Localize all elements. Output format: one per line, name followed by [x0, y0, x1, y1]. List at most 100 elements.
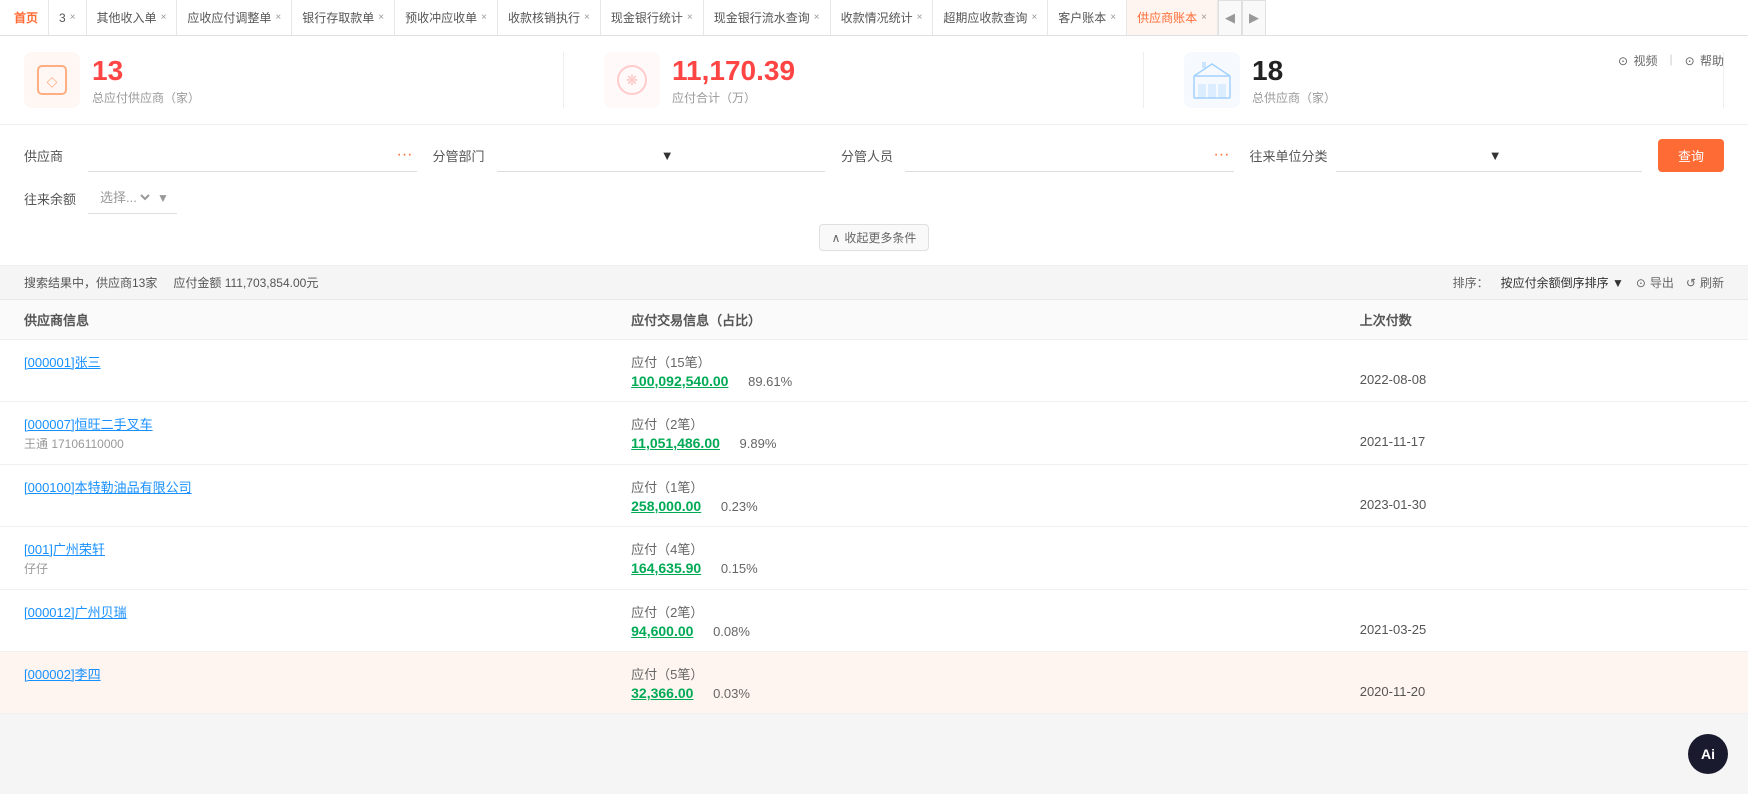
trans-amount-link[interactable]: 258,000.00 [631, 498, 701, 514]
total-suppliers-count: 18 [1252, 54, 1336, 88]
supplier-info-col: [000100]本特勒油品有限公司 [24, 477, 631, 496]
trans-amount-link[interactable]: 32,366.00 [631, 685, 693, 701]
category-chevron-icon: ▼ [1489, 148, 1634, 163]
nav-tab-customer-ledger[interactable]: 客户账本 × [1048, 0, 1127, 36]
person-dots-icon[interactable]: ··· [1214, 146, 1230, 164]
export-icon: ⊙ [1636, 276, 1646, 290]
nav-tab-bank[interactable]: 银行存取款单 × [292, 0, 395, 36]
nav-tab-prepay[interactable]: 预收冲应收单 × [395, 0, 498, 36]
dept-select[interactable]: ▼ [497, 140, 826, 172]
ai-badge[interactable]: Ai [1688, 734, 1728, 774]
balance-select-wrapper[interactable]: 选择... ▼ [88, 182, 177, 214]
nav-tab-overdue[interactable]: 超期应收款查询 × [933, 0, 1048, 36]
close-icon[interactable]: × [378, 12, 384, 23]
supplier-table: 供应商信息 应付交易信息（占比） 上次付数 [000001]张三 应付（15笔）… [0, 300, 1748, 714]
refresh-button[interactable]: ↺ 刷新 [1686, 274, 1724, 291]
supplier-name-link[interactable]: [000002]李四 [24, 667, 101, 682]
trans-amount-link[interactable]: 11,051,486.00 [631, 435, 720, 451]
collapse-row: ∧ 收起更多条件 [24, 224, 1724, 251]
collapse-button[interactable]: ∧ 收起更多条件 [819, 224, 930, 251]
tab-cash-flow-label: 现金银行流水查询 [714, 9, 810, 26]
category-select[interactable]: ▼ [1336, 140, 1642, 172]
last-pay-col: 2022-08-08 [1360, 352, 1724, 387]
nav-tab-cash-stat[interactable]: 现金银行统计 × [601, 0, 704, 36]
close-icon[interactable]: × [161, 12, 167, 23]
close-icon[interactable]: × [1201, 12, 1207, 23]
close-icon[interactable]: × [687, 12, 693, 23]
supplier-name-link[interactable]: [000012]广州贝瑞 [24, 605, 127, 620]
nav-tab-cash-flow[interactable]: 现金银行流水查询 × [704, 0, 831, 36]
stat-info-total: 11,170.39 应付合计（万） [672, 54, 795, 107]
last-pay-col: 2020-11-20 [1360, 664, 1724, 699]
transaction-col: 应付（2笔） 11,051,486.00 9.89% [631, 414, 1360, 451]
close-icon[interactable]: × [814, 12, 820, 23]
filter-balance: 往来余额 选择... ▼ [24, 182, 177, 214]
nav-tab-supplier-ledger[interactable]: 供应商账本 × [1127, 0, 1218, 36]
filter-category: 往来单位分类 ▼ [1250, 140, 1643, 172]
supplier-name-link[interactable]: [000007]恒旺二手叉车 [24, 417, 153, 432]
table-body: [000001]张三 应付（15笔） 100,092,540.00 89.61%… [0, 340, 1748, 714]
svg-text:❋: ❋ [626, 72, 638, 88]
sort-select[interactable]: 按应付余额倒序排序 ▼ [1501, 274, 1624, 291]
export-button[interactable]: ⊙ 导出 [1636, 274, 1674, 291]
results-actions: 排序： 按应付余额倒序排序 ▼ ⊙ 导出 ↺ 刷新 [1453, 274, 1724, 291]
stat-block-payable-total: ❋ 11,170.39 应付合计（万） [564, 52, 1144, 108]
table-row: [000001]张三 应付（15笔） 100,092,540.00 89.61%… [0, 340, 1748, 402]
close-icon[interactable]: × [481, 12, 487, 23]
nav-tab-collect-stat[interactable]: 收款情况统计 × [831, 0, 934, 36]
tab-adjust-label: 应收应付调整单 [187, 9, 271, 26]
nav-arrow-right[interactable]: ▶ [1242, 0, 1266, 36]
tab-3-label: 3 [59, 11, 66, 25]
person-input[interactable] [909, 148, 1210, 163]
close-icon[interactable]: × [1031, 12, 1037, 23]
filter-person: 分管人员 ··· [841, 140, 1234, 172]
supplier-input-wrapper[interactable]: ··· [88, 140, 417, 172]
tab-cash-stat-label: 现金银行统计 [611, 9, 683, 26]
trans-amount-row: 94,600.00 0.08% [631, 623, 1360, 639]
supplier-name-link[interactable]: [000001]张三 [24, 355, 101, 370]
payable-suppliers-count: 13 [92, 54, 200, 88]
results-amount: 应付金额 111,703,854.00元 [173, 274, 318, 291]
dept-chevron-icon: ▼ [661, 148, 817, 163]
close-icon[interactable]: × [917, 12, 923, 23]
trans-amount-link[interactable]: 164,635.90 [631, 560, 701, 576]
tab-collect-stat-label: 收款情况统计 [841, 9, 913, 26]
trans-pct: 9.89% [740, 436, 777, 451]
video-link[interactable]: ⊙ 视频 [1618, 52, 1657, 69]
stat-info-payable: 13 总应付供应商（家） [92, 54, 200, 107]
trans-amount-link[interactable]: 94,600.00 [631, 623, 693, 639]
person-input-wrapper[interactable]: ··· [905, 140, 1234, 172]
svg-text:◇: ◇ [47, 73, 58, 89]
supplier-icon: ◇ [24, 52, 80, 108]
table-row: [000012]广州贝瑞 应付（2笔） 94,600.00 0.08% 2021… [0, 590, 1748, 652]
supplier-info-col: [000007]恒旺二手叉车 王通 17106110000 [24, 414, 631, 452]
col-header-transaction: 应付交易信息（占比） [631, 310, 1360, 329]
nav-tab-home[interactable]: 首页 [4, 0, 49, 36]
trans-pct: 89.61% [748, 374, 792, 389]
nav-tab-other-income[interactable]: 其他收入单 × [87, 0, 178, 36]
help-circle-icon: ⊙ [1685, 54, 1695, 68]
supplier-input[interactable] [92, 148, 393, 163]
trans-amount-link[interactable]: 100,092,540.00 [631, 373, 728, 389]
category-filter-label: 往来单位分类 [1250, 146, 1328, 165]
supplier-name-link[interactable]: [000100]本特勒油品有限公司 [24, 480, 192, 495]
table-row: [000002]李四 应付（5笔） 32,366.00 0.03% 2020-1… [0, 652, 1748, 714]
supplier-name-link[interactable]: [001]广州荣轩 [24, 542, 105, 557]
close-icon[interactable]: × [584, 12, 590, 23]
close-icon[interactable]: × [275, 12, 281, 23]
close-icon[interactable]: × [70, 12, 76, 23]
nav-tab-collect[interactable]: 收款核销执行 × [498, 0, 601, 36]
supplier-dots-icon[interactable]: ··· [397, 146, 413, 164]
supplier-info-col: [000012]广州贝瑞 [24, 602, 631, 621]
table-row: [000007]恒旺二手叉车 王通 17106110000 应付（2笔） 11,… [0, 402, 1748, 465]
balance-select[interactable]: 选择... [96, 189, 153, 206]
nav-tab-adjust[interactable]: 应收应付调整单 × [177, 0, 292, 36]
nav-arrow-left[interactable]: ◀ [1218, 0, 1242, 36]
help-link[interactable]: ⊙ 帮助 [1685, 52, 1724, 69]
search-button[interactable]: 查询 [1658, 139, 1724, 172]
trans-desc: 应付（2笔） [631, 414, 1360, 433]
filter-row-2: 往来余额 选择... ▼ [24, 182, 1724, 214]
filter-row-1: 供应商 ··· 分管部门 ▼ 分管人员 ··· 往来单位分类 [24, 139, 1724, 172]
nav-tab-3[interactable]: 3 × [49, 0, 87, 36]
close-icon[interactable]: × [1110, 12, 1116, 23]
